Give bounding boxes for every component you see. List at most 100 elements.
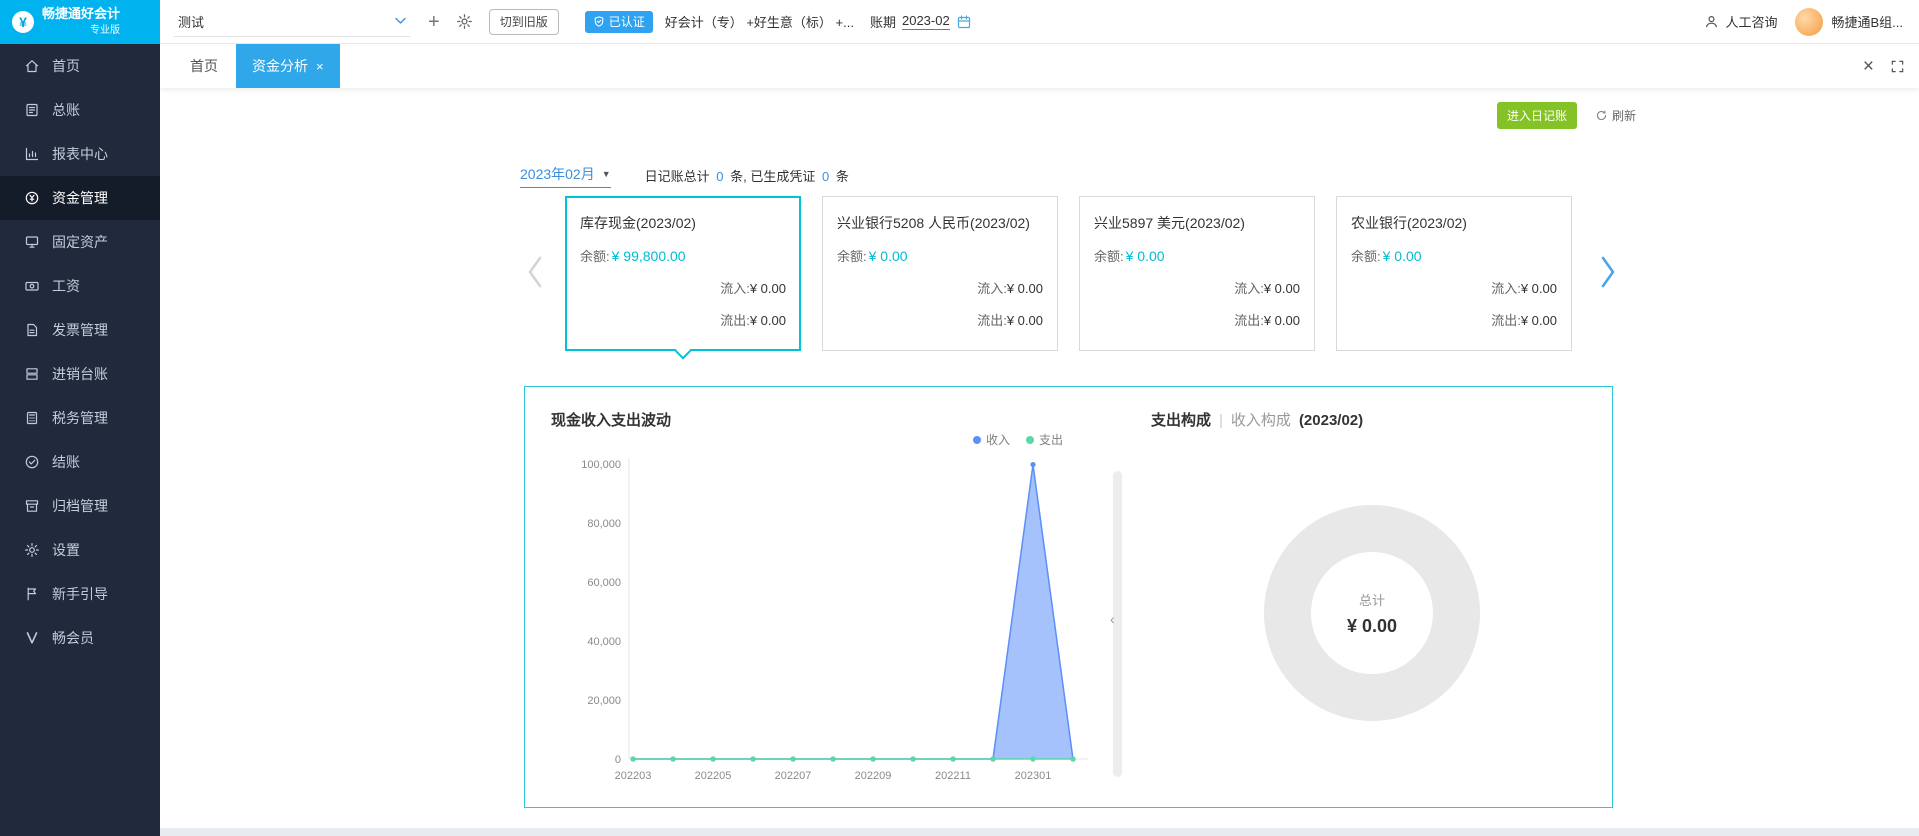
donut-chart-title: 支出构成 | 收入构成 (2023/02) — [1151, 412, 1364, 429]
sidebar-item-label: 进销台账 — [52, 366, 108, 382]
donut-total-value: ¥ 0.00 — [1346, 615, 1398, 636]
app-edition-badge: 专业版 — [90, 25, 121, 37]
support-link[interactable]: 人工咨询 — [1704, 12, 1777, 31]
topbar: ¥ 畅捷通好会计 专业版 测试 + 切到旧版 已认证 好会计（专） +好生意（标… — [0, 0, 1919, 44]
tab-income-composition[interactable]: 收入构成 — [1231, 412, 1291, 429]
account-card[interactable]: 兴业银行5208 人民币(2023/02) 余额: ¥ 0.00 流入:¥ 0.00 流… — [822, 196, 1058, 351]
support-label: 人工咨询 — [1725, 15, 1778, 30]
sidebar-item-asset[interactable]: 固定资产 — [0, 220, 160, 264]
month-select[interactable]: 2023年02月 ▼ — [520, 164, 611, 188]
sidebar-item-inventory[interactable]: 进销台账 — [0, 352, 160, 396]
line-chart-title: 现金收入支出波动 — [551, 412, 672, 429]
account-outflow: 流出:¥ 0.00 — [1491, 313, 1557, 328]
period-value[interactable]: 2023-02 — [901, 13, 950, 30]
calendar-icon[interactable] — [956, 14, 972, 30]
svg-text:202207: 202207 — [775, 770, 812, 782]
tabbar: 首页 资金分析 × × — [160, 44, 1919, 88]
sidebar-item-label: 工资 — [52, 278, 80, 294]
archive-icon — [24, 498, 40, 514]
collapse-chevron-icon: ‹ — [1110, 611, 1115, 627]
sidebar-item-invoice[interactable]: 发票管理 — [0, 308, 160, 352]
carousel-prev-icon[interactable] — [527, 256, 543, 288]
certified-badge: 已认证 — [584, 10, 653, 33]
month-value: 2023年02月 — [520, 166, 595, 182]
account-balance: 余额: ¥ 99,800.00 — [580, 248, 686, 264]
sidebar-item-label: 首页 — [52, 58, 80, 74]
workspace-select[interactable]: 测试 — [174, 7, 410, 37]
report-center-icon — [24, 146, 40, 162]
fullscreen-icon[interactable] — [1890, 59, 1905, 74]
avatar[interactable] — [1795, 7, 1824, 36]
account-card[interactable]: 兴业5897 美元(2023/02) 余额: ¥ 0.00 流入:¥ 0.00 流出:¥… — [1079, 196, 1315, 351]
inventory-ledger-icon — [24, 366, 40, 382]
ledger-icon — [24, 102, 40, 118]
sidebar-item-label: 报表中心 — [52, 146, 108, 162]
settings-icon — [24, 542, 40, 558]
sidebar-item-label: 总账 — [52, 102, 80, 118]
logo-coin-icon: ¥ — [12, 10, 34, 33]
close-icon[interactable]: × — [1863, 57, 1874, 76]
voucher-count: 0 — [822, 169, 830, 184]
username[interactable]: 畅捷通B组... — [1831, 12, 1903, 31]
product-names: 好会计（专） +好生意（标） +... — [664, 15, 854, 30]
sidebar-item-funds[interactable]: 资金管理 — [0, 176, 160, 220]
tax-icon — [24, 410, 40, 426]
closing-icon — [24, 454, 40, 470]
donut-chart: 总计 ¥ 0.00 — [1264, 505, 1480, 721]
account-balance: 余额: ¥ 0.00 — [1094, 248, 1165, 264]
chevron-down-icon — [395, 17, 406, 24]
sidebar-item-home[interactable]: 首页 — [0, 44, 160, 88]
app-title: 畅捷通好会计 — [42, 5, 121, 21]
member-icon — [24, 630, 40, 646]
line-chart: 0 20,000 40,000 60,000 80,000 100,000 202203 20… — [581, 458, 1088, 782]
svg-text:202211: 202211 — [935, 770, 971, 782]
account-outflow: 流出:¥ 0.00 — [977, 313, 1043, 328]
sidebar-item-archive[interactable]: 归档管理 — [0, 484, 160, 528]
sidebar-item-salary[interactable]: 工资 — [0, 264, 160, 308]
enter-journal-button[interactable]: 进入日记账 — [1496, 102, 1577, 129]
gear-icon[interactable] — [456, 13, 473, 30]
refresh-button[interactable]: 刷新 — [1595, 107, 1636, 124]
tab-label: 首页 — [190, 58, 218, 74]
account-card[interactable]: 库存现金(2023/02) 余额: ¥ 99,800.00 流入:¥ 0.00 流出:¥… — [565, 196, 801, 360]
sidebar-item-label: 畅会员 — [52, 630, 94, 646]
tab-close-icon[interactable]: × — [316, 60, 324, 73]
sidebar-item-ledger[interactable]: 总账 — [0, 88, 160, 132]
sidebar-item-guide[interactable]: 新手引导 — [0, 572, 160, 616]
carousel-next-icon[interactable] — [1600, 256, 1616, 288]
sidebar-item-settings[interactable]: 设置 — [0, 528, 160, 572]
sidebar-item-label: 发票管理 — [52, 322, 108, 338]
svg-text:20,000: 20,000 — [587, 695, 621, 707]
tab-funds-analysis[interactable]: 资金分析 × — [236, 44, 340, 88]
account-card[interactable]: 农业银行(2023/02) 余额: ¥ 0.00 流入:¥ 0.00 流出:¥ 0.00 — [1336, 196, 1572, 351]
legend-item[interactable]: 收入 — [973, 431, 1010, 448]
account-name: 库存现金(2023/02) — [580, 215, 696, 231]
chart-legend: 收入 支出 — [973, 431, 1063, 448]
sidebar-item-tax[interactable]: 税务管理 — [0, 396, 160, 440]
account-cards: 库存现金(2023/02) 余额: ¥ 99,800.00 流入:¥ 0.00 流出:¥… — [565, 196, 1572, 360]
accounting-period: 账期 2023-02 — [870, 12, 972, 31]
account-name: 农业银行(2023/02) — [1351, 215, 1467, 231]
sidebar-item-label: 设置 — [52, 542, 80, 558]
legend-item[interactable]: 支出 — [1026, 431, 1063, 448]
sidebar-item-closing[interactable]: 结账 — [0, 440, 160, 484]
journal-count: 0 — [716, 169, 724, 184]
chart-panel: 现金收入支出波动 收入 支出 0 20,000 40,000 60,000 80,000 1… — [524, 386, 1613, 808]
app-logo[interactable]: ¥ 畅捷通好会计 专业版 — [0, 0, 160, 44]
svg-text:202301: 202301 — [1015, 770, 1052, 782]
svg-text:60,000: 60,000 — [587, 577, 621, 589]
sidebar-item-report[interactable]: 报表中心 — [0, 132, 160, 176]
bottom-strip — [160, 828, 1919, 836]
svg-text:202203: 202203 — [615, 770, 652, 782]
fixed-asset-icon — [24, 234, 40, 250]
tab-home[interactable]: 首页 — [172, 44, 236, 88]
donut-total-label: 总计 — [1358, 592, 1385, 608]
panel-collapse-handle[interactable]: ‹ — [1110, 471, 1122, 777]
tab-expense-composition[interactable]: 支出构成 — [1151, 412, 1211, 429]
svg-text:202205: 202205 — [695, 770, 732, 782]
sidebar-item-label: 新手引导 — [52, 586, 108, 602]
switch-version-button[interactable]: 切到旧版 — [488, 8, 559, 35]
add-account-set-button[interactable]: + — [428, 12, 440, 32]
dropdown-arrow-icon: ▼ — [601, 169, 611, 179]
sidebar-item-member[interactable]: 畅会员 — [0, 616, 160, 660]
